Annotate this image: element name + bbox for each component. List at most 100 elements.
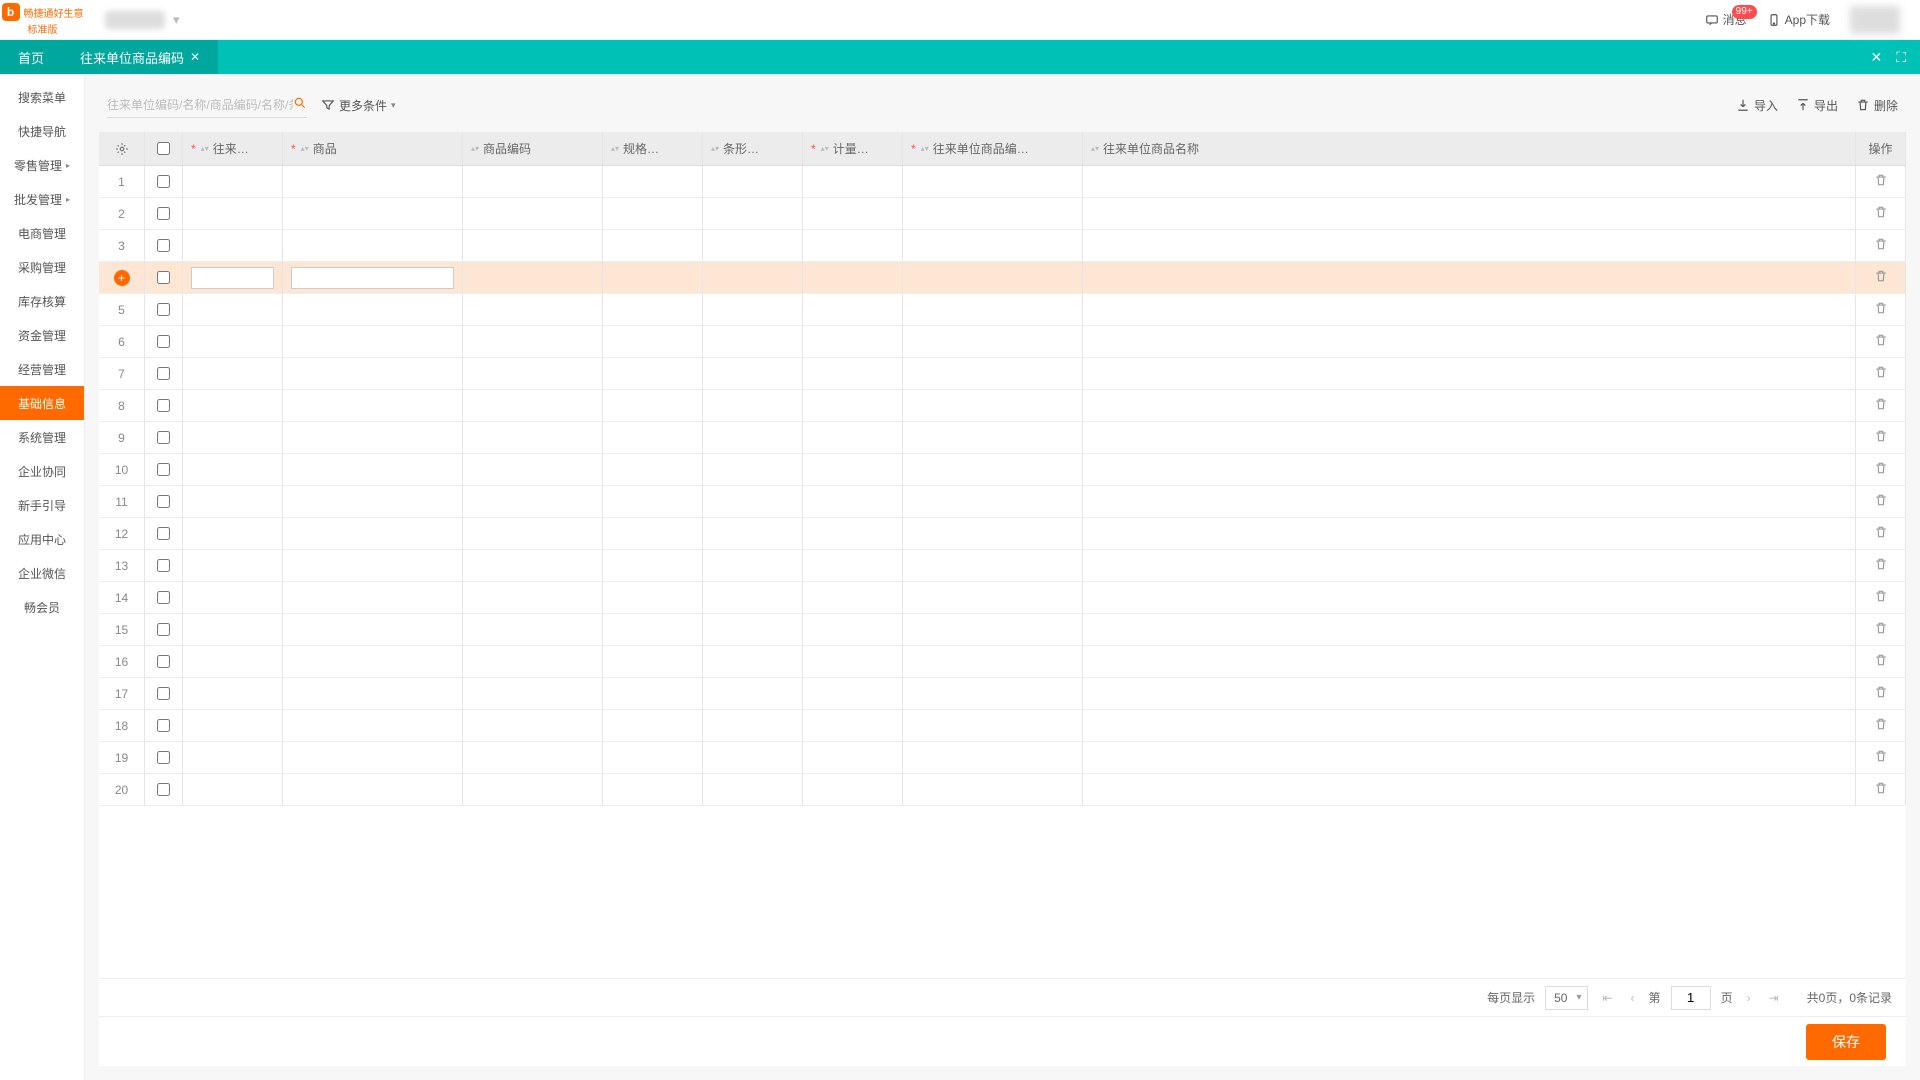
cell-d[interactable] [603,550,703,581]
cell-h[interactable] [1083,390,1856,421]
cell-f[interactable] [803,326,903,357]
cell-a[interactable] [183,646,283,677]
table-row[interactable]: 3 [99,230,1906,262]
cell-d[interactable] [603,646,703,677]
cell-h[interactable] [1083,710,1856,741]
cell-g[interactable] [903,454,1083,485]
cell-c[interactable] [463,230,603,261]
cell-d[interactable] [603,326,703,357]
cell-g[interactable] [903,518,1083,549]
table-row[interactable]: 7 [99,358,1906,390]
cell-a[interactable] [183,230,283,261]
cell-g[interactable] [903,230,1083,261]
row-delete-button[interactable] [1874,429,1888,446]
cell-input[interactable] [191,267,274,289]
sidebar-item-12[interactable]: 新手引导 [0,488,84,522]
table-row[interactable]: 1 [99,166,1906,198]
page-next-button[interactable]: › [1743,991,1755,1005]
cell-input[interactable] [291,267,454,289]
cell-f[interactable] [803,710,903,741]
cell-e[interactable] [703,454,803,485]
cell-g[interactable] [903,358,1083,389]
cell-f[interactable] [803,678,903,709]
cell-b[interactable] [283,326,463,357]
cell-g[interactable] [903,294,1083,325]
cell-f[interactable] [803,518,903,549]
cell-e[interactable] [703,550,803,581]
cell-c[interactable] [463,262,603,293]
fullscreen-icon[interactable]: ⛶ [1896,49,1906,66]
sidebar-item-7[interactable]: 资金管理 [0,318,84,352]
page-last-button[interactable]: ⇥ [1765,991,1783,1005]
sidebar-item-5[interactable]: 采购管理 [0,250,84,284]
table-row[interactable]: 18 [99,710,1906,742]
row-checkbox[interactable] [157,495,170,508]
table-row[interactable]: 14 [99,582,1906,614]
cell-d[interactable] [603,294,703,325]
table-row[interactable]: 6 [99,326,1906,358]
cell-b[interactable] [283,454,463,485]
cell-g[interactable] [903,198,1083,229]
cell-h[interactable] [1083,550,1856,581]
cell-d[interactable] [603,774,703,805]
sidebar-item-10[interactable]: 系统管理 [0,420,84,454]
row-checkbox[interactable] [157,431,170,444]
cell-f[interactable] [803,166,903,197]
cell-a[interactable] [183,454,283,485]
cell-g[interactable] [903,550,1083,581]
column-partner-name[interactable]: ▴▾往来单位商品名称 [1083,132,1856,165]
cell-h[interactable] [1083,294,1856,325]
cell-a[interactable] [183,358,283,389]
cell-a[interactable] [183,486,283,517]
select-all-checkbox[interactable] [157,142,170,155]
cell-d[interactable] [603,390,703,421]
cell-h[interactable] [1083,454,1856,485]
row-delete-button[interactable] [1874,621,1888,638]
cell-g[interactable] [903,742,1083,773]
row-delete-button[interactable] [1874,173,1888,190]
table-row[interactable]: 9 [99,422,1906,454]
column-spec[interactable]: ▴▾规格… [603,132,703,165]
cell-c[interactable] [463,166,603,197]
avatar-blurred[interactable] [1850,6,1900,34]
cell-g[interactable] [903,166,1083,197]
cell-h[interactable] [1083,486,1856,517]
row-delete-button[interactable] [1874,653,1888,670]
cell-f[interactable] [803,230,903,261]
column-barcode[interactable]: ▴▾条形… [703,132,803,165]
cell-a[interactable] [183,422,283,453]
row-delete-button[interactable] [1874,589,1888,606]
cell-g[interactable] [903,646,1083,677]
cell-a[interactable] [183,582,283,613]
cell-d[interactable] [603,230,703,261]
row-delete-button[interactable] [1874,717,1888,734]
row-checkbox[interactable] [157,559,170,572]
row-checkbox[interactable] [157,175,170,188]
row-delete-button[interactable] [1874,749,1888,766]
cell-a[interactable] [183,326,283,357]
column-product-code[interactable]: ▴▾商品编码 [463,132,603,165]
cell-b[interactable] [283,230,463,261]
cell-b[interactable] [283,774,463,805]
cell-c[interactable] [463,198,603,229]
messages-button[interactable]: 消息 99+ [1705,11,1747,28]
cell-a[interactable] [183,390,283,421]
column-select-all[interactable] [145,132,183,165]
row-checkbox[interactable] [157,655,170,668]
cell-e[interactable] [703,742,803,773]
row-checkbox[interactable] [157,527,170,540]
cell-f[interactable] [803,358,903,389]
cell-f[interactable] [803,646,903,677]
sidebar-item-14[interactable]: 企业微信 [0,556,84,590]
cell-b[interactable] [283,294,463,325]
table-row[interactable]: 15 [99,614,1906,646]
cell-d[interactable] [603,422,703,453]
row-delete-button[interactable] [1874,781,1888,798]
cell-a[interactable] [183,742,283,773]
row-checkbox[interactable] [157,623,170,636]
cell-f[interactable] [803,550,903,581]
cell-d[interactable] [603,198,703,229]
column-partner[interactable]: ▴▾往来… [183,132,283,165]
cell-d[interactable] [603,486,703,517]
cell-g[interactable] [903,614,1083,645]
